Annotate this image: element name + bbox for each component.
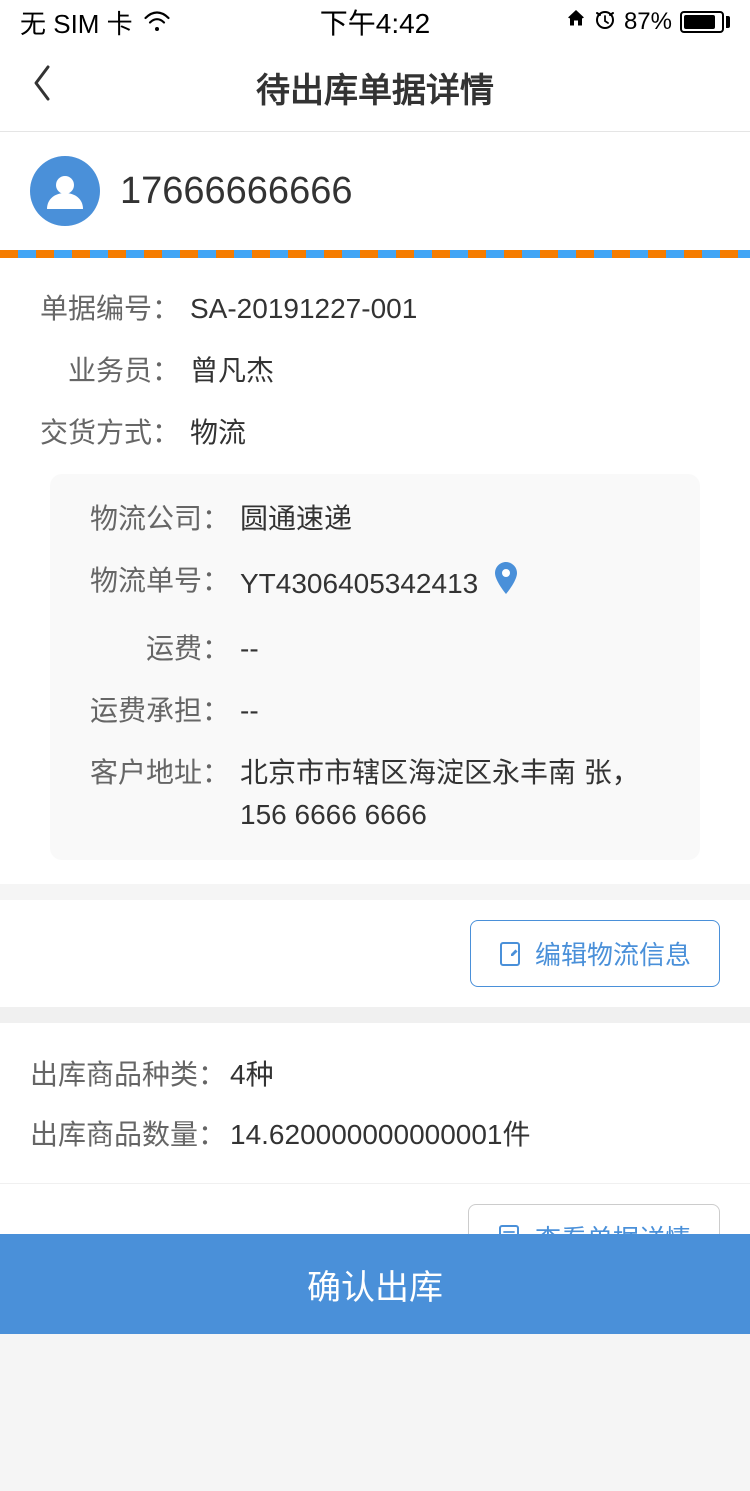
customer-header: 17666666666	[0, 132, 750, 250]
address-label: 客户地址：	[80, 752, 240, 794]
edit-btn-row: 编辑物流信息	[0, 900, 750, 1007]
salesperson-label: 业务员：	[30, 350, 190, 392]
product-quantity-row: 出库商品数量： 14.620000000000001件	[30, 1113, 720, 1153]
product-types-label: 出库商品种类：	[30, 1053, 230, 1093]
dashed-divider	[0, 250, 750, 258]
location-status-icon	[566, 8, 586, 37]
edit-icon	[499, 941, 525, 967]
wifi-icon	[143, 7, 171, 38]
order-no-value: SA-20191227-001	[190, 288, 720, 330]
freight-row: 运费： --	[80, 628, 670, 670]
address-row: 客户地址： 北京市市辖区海淀区永丰南 张，156 6666 6666	[80, 752, 670, 836]
logistics-tracking-label: 物流单号：	[80, 560, 240, 602]
freight-label: 运费：	[80, 628, 240, 670]
battery-icon	[680, 11, 730, 33]
address-value: 北京市市辖区海淀区永丰南 张，156 6666 6666	[240, 752, 670, 836]
logistics-tracking-row: 物流单号： YT4306405342413	[80, 560, 670, 608]
logistics-tracking-value: YT4306405342413	[240, 560, 670, 608]
status-bar-right: 87%	[566, 8, 730, 37]
order-no-label: 单据编号：	[30, 288, 190, 330]
delivery-row: 交货方式： 物流	[30, 412, 720, 454]
delivery-label: 交货方式：	[30, 412, 190, 454]
freight-bearer-value: --	[240, 690, 670, 732]
delivery-value: 物流	[190, 412, 720, 454]
product-types-row: 出库商品种类： 4种	[30, 1053, 720, 1093]
product-types-value: 4种	[230, 1053, 274, 1093]
salesperson-row: 业务员： 曾凡杰	[30, 350, 720, 392]
confirm-btn-container[interactable]: 确认出库	[0, 1234, 750, 1334]
tracking-number: YT4306405342413	[240, 563, 478, 605]
status-bar-time: 下午4:42	[320, 2, 431, 42]
back-button[interactable]	[30, 63, 54, 113]
logistics-card: 物流公司： 圆通速递 物流单号： YT4306405342413 运费： -- …	[50, 474, 700, 860]
product-quantity-value: 14.620000000000001件	[230, 1113, 531, 1153]
salesperson-value: 曾凡杰	[190, 350, 720, 392]
order-info-section: 单据编号： SA-20191227-001 业务员： 曾凡杰 交货方式： 物流 …	[0, 258, 750, 884]
battery-percent: 87%	[624, 8, 672, 36]
status-bar-left: 无 SIM 卡	[20, 4, 171, 41]
customer-phone: 17666666666	[120, 170, 352, 213]
product-summary: 出库商品种类： 4种 出库商品数量： 14.620000000000001件	[0, 1023, 750, 1183]
status-bar: 无 SIM 卡 下午4:42 87%	[0, 0, 750, 44]
edit-logistics-label: 编辑物流信息	[535, 935, 691, 972]
logistics-company-label: 物流公司：	[80, 498, 240, 540]
freight-bearer-label: 运费承担：	[80, 690, 240, 732]
freight-value: --	[240, 628, 670, 670]
map-pin-icon[interactable]	[490, 560, 522, 608]
nav-bar: 待出库单据详情	[0, 44, 750, 132]
page-title: 待出库单据详情	[256, 63, 494, 112]
logistics-company-row: 物流公司： 圆通速递	[80, 498, 670, 540]
section-divider	[0, 1007, 750, 1023]
product-quantity-label: 出库商品数量：	[30, 1113, 230, 1153]
person-icon	[43, 169, 87, 213]
edit-logistics-button[interactable]: 编辑物流信息	[470, 920, 720, 987]
customer-avatar	[30, 156, 100, 226]
confirm-btn-label: 确认出库	[307, 1260, 443, 1309]
logistics-company-value: 圆通速递	[240, 498, 670, 540]
carrier-label: 无 SIM 卡	[20, 4, 133, 41]
order-no-row: 单据编号： SA-20191227-001	[30, 288, 720, 330]
alarm-icon	[594, 8, 616, 37]
freight-bearer-row: 运费承担： --	[80, 690, 670, 732]
